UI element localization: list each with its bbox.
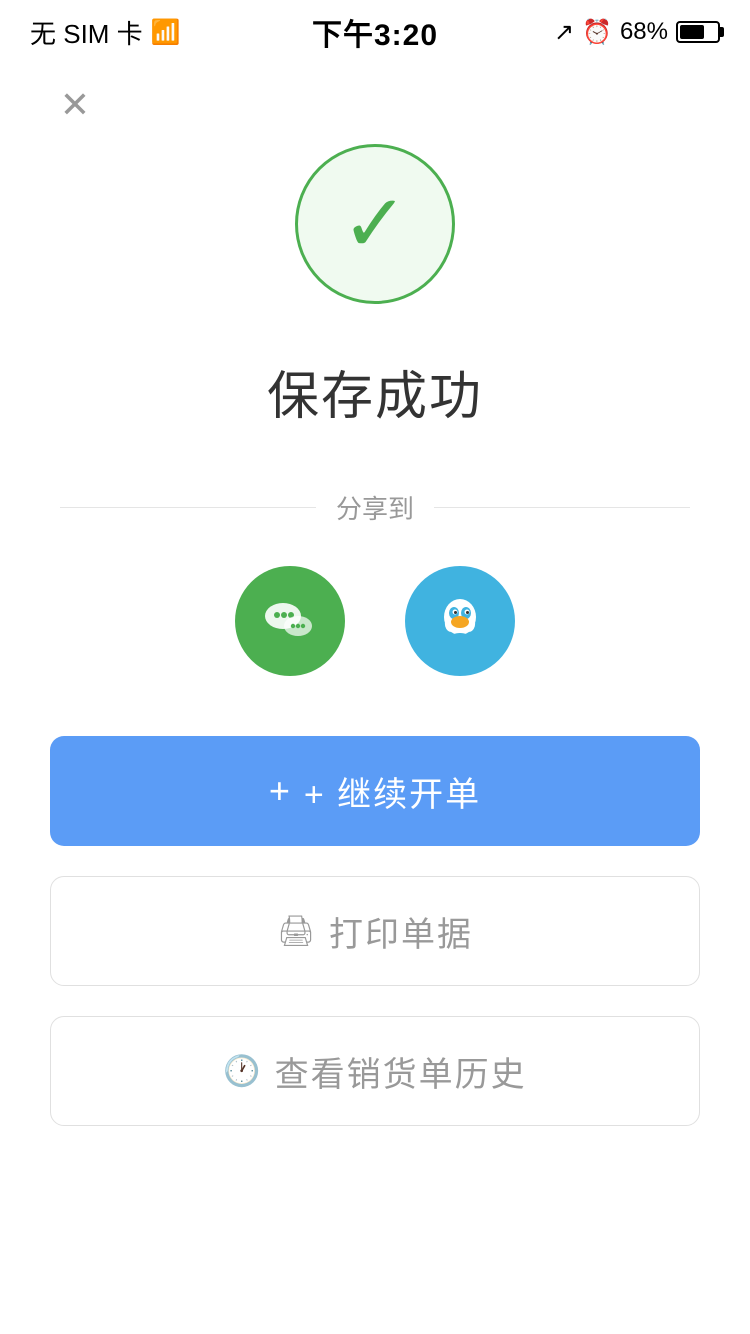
history-icon: 🕐 bbox=[223, 1054, 260, 1089]
continue-label: + 继续开单 bbox=[304, 767, 481, 816]
success-title: 保存成功 bbox=[267, 354, 483, 429]
status-time: 下午3:20 bbox=[312, 10, 438, 54]
history-label: 查看销货单历史 bbox=[275, 1047, 527, 1096]
checkmark-icon: ✓ bbox=[341, 184, 408, 264]
wechat-share-button[interactable] bbox=[235, 566, 345, 676]
battery-icon bbox=[676, 21, 720, 43]
share-section: 分享到 bbox=[0, 489, 750, 676]
battery-percent: 68% bbox=[620, 18, 668, 46]
alarm-icon: ⏰ bbox=[582, 18, 612, 47]
wifi-icon: 📶 bbox=[151, 18, 181, 47]
history-button[interactable]: 🕐 查看销货单历史 bbox=[50, 1016, 700, 1126]
qq-share-button[interactable] bbox=[405, 566, 515, 676]
close-button[interactable]: ✕ bbox=[50, 80, 100, 130]
print-button[interactable]: 🖨 打印单据 bbox=[50, 876, 700, 986]
status-left: 无 SIM 卡 📶 bbox=[30, 14, 181, 51]
wechat-icon bbox=[258, 589, 323, 654]
status-bar: 无 SIM 卡 📶 下午3:20 ↗ ⏰ 68% bbox=[0, 0, 750, 64]
location-icon: ↗ bbox=[554, 18, 574, 47]
print-icon: 🖨 bbox=[277, 914, 315, 949]
divider-right bbox=[434, 507, 690, 508]
no-sim-text: 无 SIM 卡 bbox=[30, 14, 143, 51]
print-label: 打印单据 bbox=[329, 907, 473, 956]
continue-button[interactable]: + + 继续开单 bbox=[50, 736, 700, 846]
success-circle: ✓ bbox=[295, 144, 455, 304]
divider-row: 分享到 bbox=[0, 489, 750, 526]
share-label: 分享到 bbox=[336, 489, 414, 526]
divider-left bbox=[60, 507, 316, 508]
action-buttons: + + 继续开单 🖨 打印单据 🕐 查看销货单历史 bbox=[0, 736, 750, 1126]
share-icons bbox=[235, 566, 515, 676]
battery-fill bbox=[680, 25, 704, 39]
plus-icon: + bbox=[269, 770, 290, 812]
status-right: ↗ ⏰ 68% bbox=[554, 18, 720, 47]
qq-icon bbox=[428, 589, 493, 654]
close-icon: ✕ bbox=[60, 87, 90, 123]
main-content: ✓ 保存成功 分享到 bbox=[0, 64, 750, 1126]
